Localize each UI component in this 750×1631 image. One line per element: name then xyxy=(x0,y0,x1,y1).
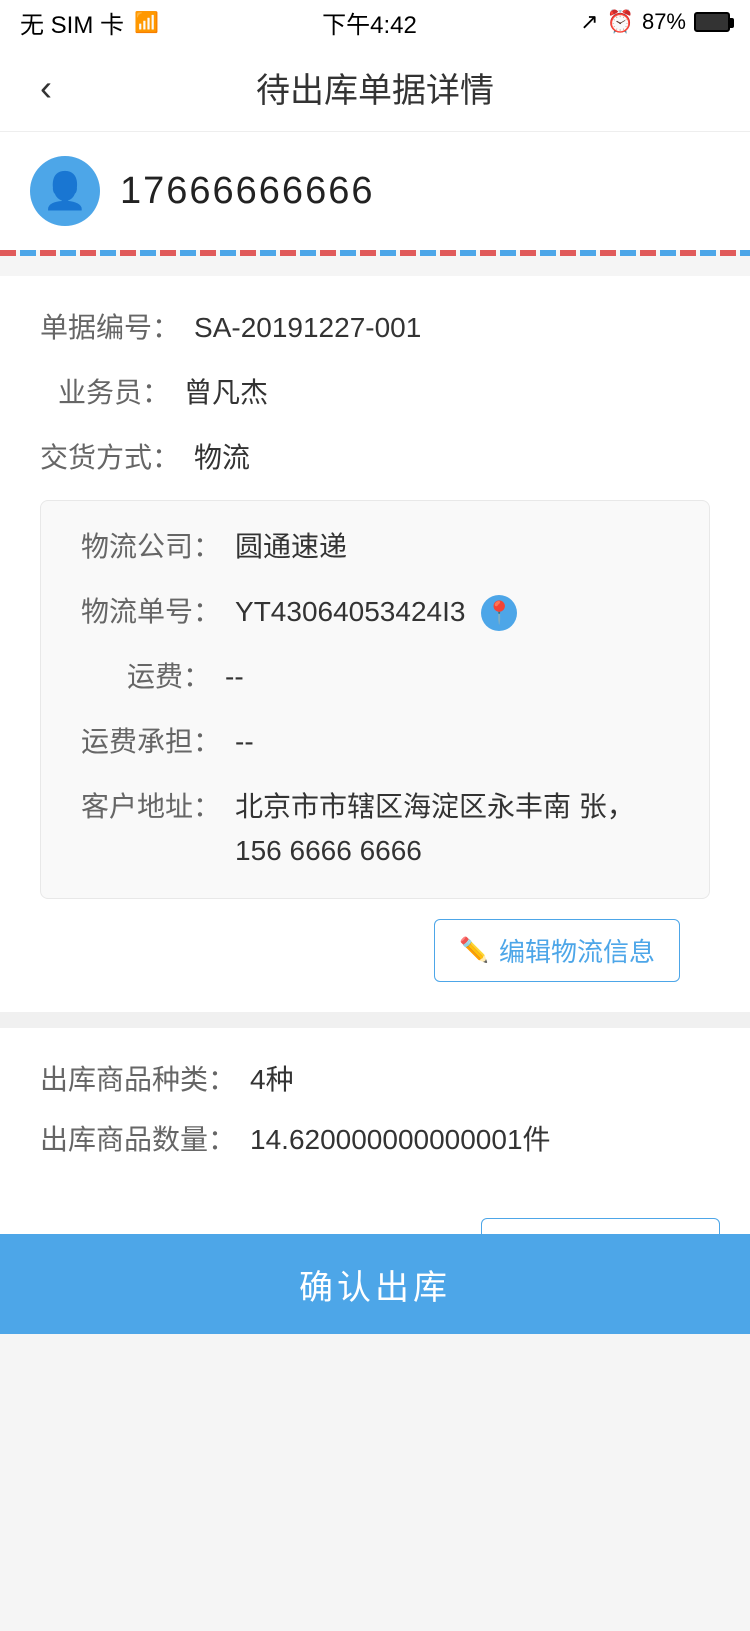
section-separator-1 xyxy=(0,1012,750,1028)
battery-icon xyxy=(694,12,730,32)
logistics-freightbear-row: 运费承担： -- xyxy=(81,720,669,765)
goods-types-label: 出库商品种类： xyxy=(40,1058,236,1098)
logistics-company-row: 物流公司： 圆通速递 xyxy=(81,525,669,570)
delivery-value: 物流 xyxy=(194,436,710,481)
logistics-company-value: 圆通速递 xyxy=(235,525,669,570)
delivery-row: 交货方式： 物流 xyxy=(40,436,710,481)
delivery-label: 交货方式： xyxy=(40,436,180,481)
goods-quantity-label: 出库商品数量： xyxy=(40,1118,236,1158)
carrier-text: 无 SIM 卡 xyxy=(20,5,124,40)
user-phone: 17666666666 xyxy=(120,170,374,213)
salesman-row: 业务员： 曾凡杰 xyxy=(40,371,710,416)
location-icon-status: ↗ xyxy=(580,9,598,35)
status-left: 无 SIM 卡 xyxy=(20,5,159,40)
salesman-value: 曾凡杰 xyxy=(184,371,710,416)
dashed-divider xyxy=(0,250,750,256)
bottom-bar: 确认出库 xyxy=(0,1234,750,1334)
logistics-company-label: 物流公司： xyxy=(81,525,221,570)
logistics-freight-value: -- xyxy=(225,655,669,700)
logistics-address-label: 客户地址： xyxy=(81,785,221,830)
avatar-icon: 👤 xyxy=(43,170,88,212)
logistics-card: 物流公司： 圆通速递 物流单号： YT43064053424I3 📍 运费： -… xyxy=(40,500,710,899)
order-no-label: 单据编号： xyxy=(40,306,180,351)
tracking-number: YT43064053424I3 xyxy=(235,590,465,635)
empty-area xyxy=(0,1311,750,1531)
logistics-tracking-row: 物流单号： YT43064053424I3 📍 xyxy=(81,590,669,635)
status-right: ↗ ⏰ 87% xyxy=(580,9,730,35)
logistics-freightbear-value: -- xyxy=(235,720,669,765)
page-title: 待出库单据详情 xyxy=(256,63,494,112)
logistics-tracking-label: 物流单号： xyxy=(81,590,221,635)
confirm-button[interactable]: 确认出库 xyxy=(299,1260,451,1309)
goods-types-row: 出库商品种类： 4种 xyxy=(40,1058,710,1098)
alarm-icon: ⏰ xyxy=(607,9,634,35)
goods-quantity-row: 出库商品数量： 14.620000000000001件 xyxy=(40,1118,710,1158)
avatar: 👤 xyxy=(30,156,100,226)
goods-section: 出库商品种类： 4种 出库商品数量： 14.620000000000001件 xyxy=(0,1028,750,1198)
logistics-tracking-value: YT43064053424I3 📍 xyxy=(235,590,669,635)
goods-quantity-value: 14.620000000000001件 xyxy=(250,1118,551,1158)
edit-btn-label: 编辑物流信息 xyxy=(499,932,655,969)
edit-icon: ✏️ xyxy=(459,936,489,965)
back-button[interactable]: ‹ xyxy=(30,57,62,119)
logistics-address-row: 客户地址： 北京市市辖区海淀区永丰南 张，156 6666 6666 xyxy=(81,785,669,875)
page-content: 👤 17666666666 单据编号： SA-20191227-001 业务员：… xyxy=(0,132,750,1631)
status-bar: 无 SIM 卡 下午4:42 ↗ ⏰ 87% xyxy=(0,0,750,44)
bottom-spacer xyxy=(0,1531,750,1631)
logistics-freight-row: 运费： -- xyxy=(81,655,669,700)
user-section: 👤 17666666666 xyxy=(0,132,750,250)
battery-text: 87% xyxy=(642,9,686,35)
logistics-freightbear-label: 运费承担： xyxy=(81,720,221,765)
order-no-value: SA-20191227-001 xyxy=(194,306,710,351)
salesman-label: 业务员： xyxy=(40,371,170,416)
edit-btn-container: ✏️ 编辑物流信息 xyxy=(40,899,710,982)
logistics-freight-label: 运费： xyxy=(81,655,211,700)
status-time: 下午4:42 xyxy=(322,5,417,40)
edit-logistics-button[interactable]: ✏️ 编辑物流信息 xyxy=(434,919,680,982)
nav-bar: ‹ 待出库单据详情 xyxy=(0,44,750,132)
track-location-icon[interactable]: 📍 xyxy=(481,595,517,631)
order-no-row: 单据编号： SA-20191227-001 xyxy=(40,306,710,351)
goods-types-value: 4种 xyxy=(250,1058,294,1098)
wifi-icon xyxy=(134,8,159,36)
basic-info-card: 单据编号： SA-20191227-001 业务员： 曾凡杰 交货方式： 物流 … xyxy=(0,276,750,1012)
logistics-address-value: 北京市市辖区海淀区永丰南 张，156 6666 6666 xyxy=(235,785,669,875)
